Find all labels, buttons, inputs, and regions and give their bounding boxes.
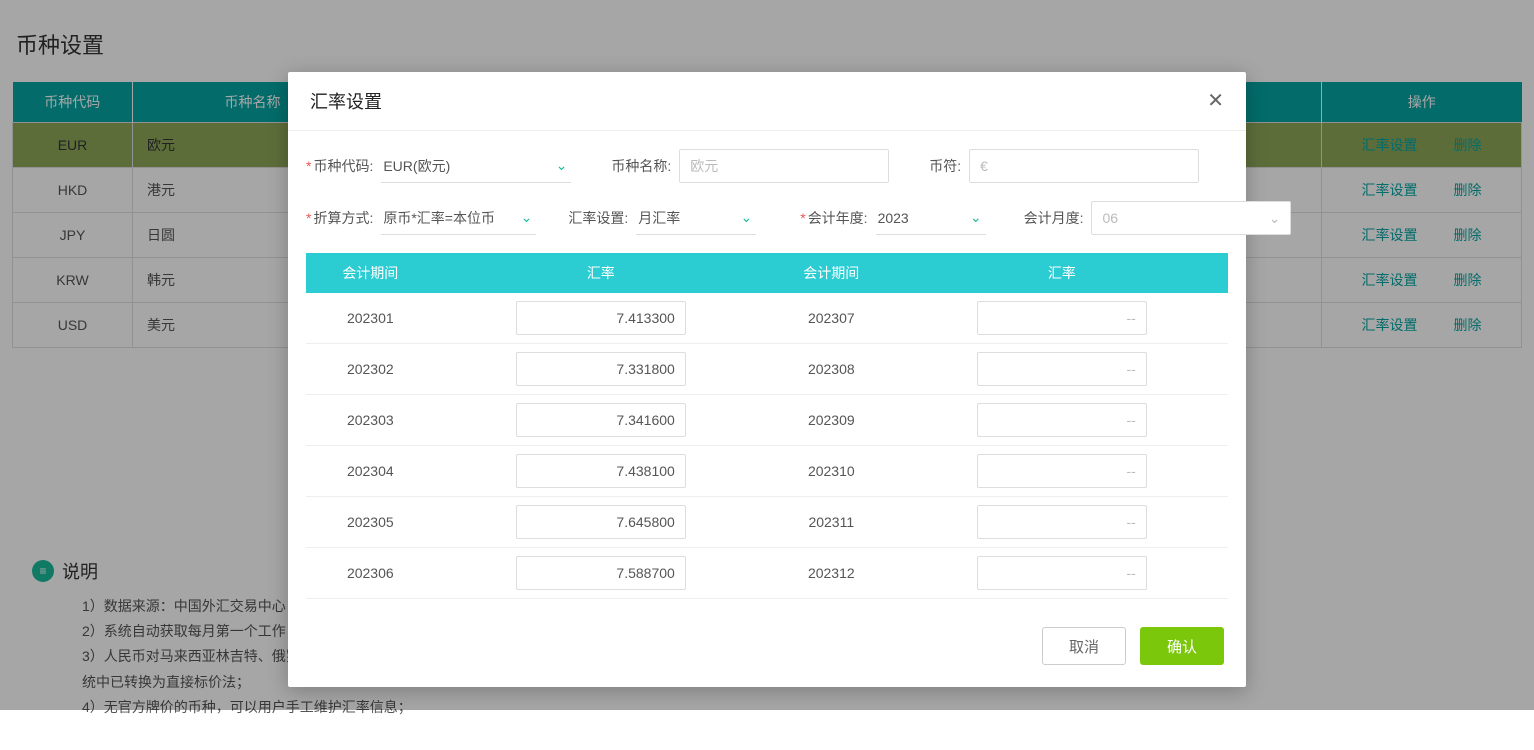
period-cell: 202311 xyxy=(767,497,896,548)
label-name: 币种名称: xyxy=(611,156,671,176)
rate-cell xyxy=(896,293,1228,344)
period-cell: 202303 xyxy=(306,395,435,446)
rate-row: 202301 202307 xyxy=(306,293,1228,344)
name-input-wrap xyxy=(679,149,889,183)
period-cell: 202304 xyxy=(306,446,435,497)
rate-col-period2: 会计期间 xyxy=(767,253,896,293)
period-cell: 202308 xyxy=(767,344,896,395)
code-select[interactable]: EUR(欧元) ⌄ xyxy=(381,149,571,183)
rate-input[interactable] xyxy=(516,556,686,590)
close-icon[interactable]: ✕ xyxy=(1207,91,1224,111)
label-month: 会计月度: xyxy=(1024,208,1084,228)
rate-input[interactable] xyxy=(977,352,1147,386)
rate-row: 202305 202311 xyxy=(306,497,1228,548)
year-value: 2023 xyxy=(878,210,909,226)
rate-cell xyxy=(896,548,1228,599)
rate-input[interactable] xyxy=(516,403,686,437)
rate-cell xyxy=(435,548,767,599)
chevron-down-icon: ⌄ xyxy=(741,209,753,226)
label-code: *币种代码: xyxy=(306,156,373,176)
rate-input[interactable] xyxy=(516,505,686,539)
period-cell: 202312 xyxy=(767,548,896,599)
cancel-button[interactable]: 取消 xyxy=(1042,627,1126,665)
rate-row: 202306 202312 xyxy=(306,548,1228,599)
calc-select[interactable]: 原币*汇率=本位币 ⌄ xyxy=(381,201,536,235)
period-cell: 202306 xyxy=(306,548,435,599)
rate-cell xyxy=(896,497,1228,548)
rate-setting-value: 月汇率 xyxy=(638,208,680,228)
chevron-down-icon: ⌄ xyxy=(521,209,533,226)
symbol-input[interactable] xyxy=(980,158,1188,174)
period-cell: 202307 xyxy=(767,293,896,344)
rate-table: 会计期间 汇率 会计期间 汇率 202301 202307 202302 202308… xyxy=(306,253,1228,599)
rate-row: 202303 202309 xyxy=(306,395,1228,446)
symbol-input-wrap xyxy=(969,149,1199,183)
rate-setting-select[interactable]: 月汇率 ⌄ xyxy=(636,201,756,235)
rate-row: 202304 202310 xyxy=(306,446,1228,497)
rate-input[interactable] xyxy=(516,352,686,386)
chevron-down-icon: ⌄ xyxy=(556,157,568,174)
rate-input[interactable] xyxy=(977,301,1147,335)
rate-input[interactable] xyxy=(977,505,1147,539)
modal-overlay: 汇率设置 ✕ *币种代码: EUR(欧元) ⌄ 币种名称: xyxy=(0,0,1534,710)
period-cell: 202301 xyxy=(306,293,435,344)
rate-col-rate2: 汇率 xyxy=(896,253,1228,293)
period-cell: 202309 xyxy=(767,395,896,446)
rate-input[interactable] xyxy=(977,403,1147,437)
rate-cell xyxy=(896,344,1228,395)
rate-cell xyxy=(435,293,767,344)
rate-cell xyxy=(896,395,1228,446)
code-value: EUR(欧元) xyxy=(383,156,450,176)
rate-input[interactable] xyxy=(516,454,686,488)
chevron-down-icon: ⌄ xyxy=(970,209,982,226)
rate-row: 202302 202308 xyxy=(306,344,1228,395)
rate-input[interactable] xyxy=(977,556,1147,590)
rate-cell xyxy=(435,497,767,548)
chevron-down-icon: ⌄ xyxy=(1269,210,1281,227)
label-year: *会计年度: xyxy=(800,208,867,228)
year-select[interactable]: 2023 ⌄ xyxy=(876,201,986,235)
rate-col-period1: 会计期间 xyxy=(306,253,435,293)
confirm-button[interactable]: 确认 xyxy=(1140,627,1224,665)
period-cell: 202305 xyxy=(306,497,435,548)
modal-title: 汇率设置 xyxy=(310,88,382,114)
rate-cell xyxy=(435,446,767,497)
period-cell: 202302 xyxy=(306,344,435,395)
period-cell: 202310 xyxy=(767,446,896,497)
calc-value: 原币*汇率=本位币 xyxy=(383,208,495,228)
label-calc: *折算方式: xyxy=(306,208,373,228)
rate-modal: 汇率设置 ✕ *币种代码: EUR(欧元) ⌄ 币种名称: xyxy=(288,72,1246,687)
rate-input[interactable] xyxy=(516,301,686,335)
rate-cell xyxy=(435,395,767,446)
rate-input[interactable] xyxy=(977,454,1147,488)
month-value: 06 xyxy=(1102,210,1118,226)
rate-cell xyxy=(435,344,767,395)
rate-cell xyxy=(896,446,1228,497)
label-symbol: 币符: xyxy=(929,156,961,176)
month-select[interactable]: 06 ⌄ xyxy=(1091,201,1291,235)
name-input[interactable] xyxy=(690,158,878,174)
label-rate-setting: 汇率设置: xyxy=(568,208,628,228)
rate-col-rate1: 汇率 xyxy=(435,253,767,293)
